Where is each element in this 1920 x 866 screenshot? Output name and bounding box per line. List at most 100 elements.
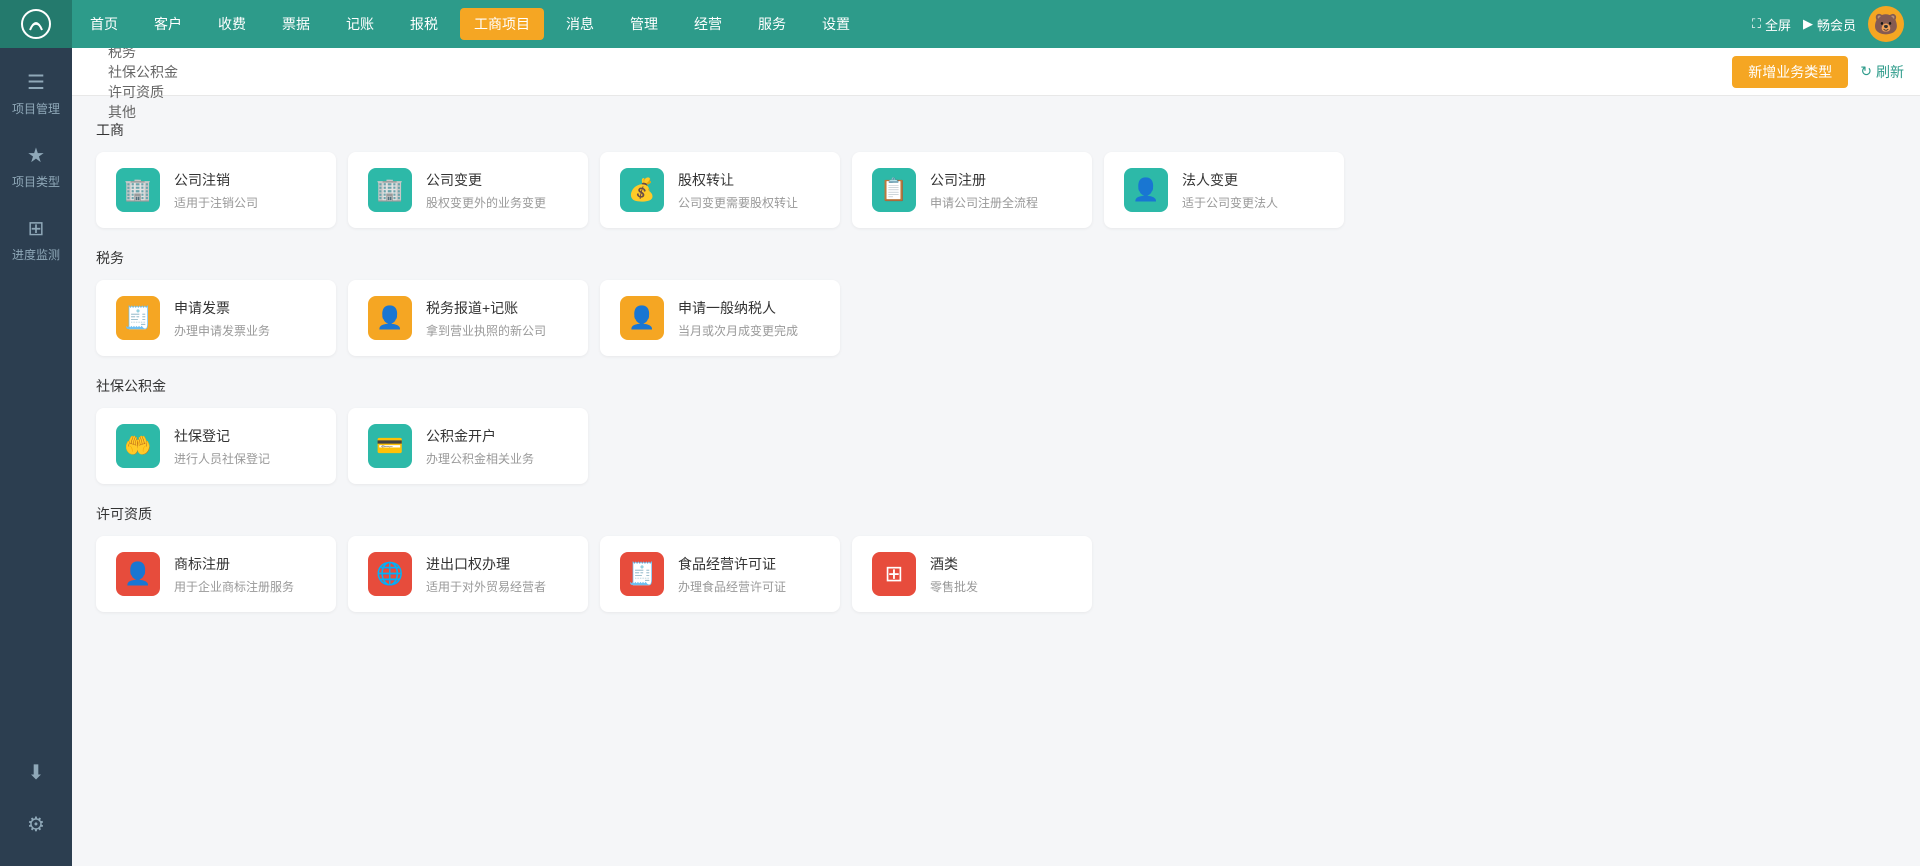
- card-股权转让[interactable]: 💰 股权转让 公司变更需要股权转让: [600, 152, 840, 228]
- nav-item-服务[interactable]: 服务: [740, 0, 804, 48]
- card-税务报道+记账[interactable]: 👤 税务报道+记账 拿到营业执照的新公司: [348, 280, 588, 356]
- card-icon: 🤲: [116, 424, 160, 468]
- nav-items: 首页客户收费票据记账报税工商项目消息管理经营服务设置: [72, 0, 1752, 48]
- card-info: 进出口权办理 适用于对外贸易经营者: [426, 554, 568, 595]
- top-navigation: 首页客户收费票据记账报税工商项目消息管理经营服务设置 ⛶ 全屏 ▶ 畅会员 🐻: [0, 0, 1920, 48]
- card-title: 公司注册: [930, 170, 1072, 190]
- tab-其他[interactable]: 其他: [88, 102, 198, 122]
- card-title: 酒类: [930, 554, 1072, 574]
- card-icon: ⊞: [872, 552, 916, 596]
- card-公积金开户[interactable]: 💳 公积金开户 办理公积金相关业务: [348, 408, 588, 484]
- nav-item-工商项目[interactable]: 工商项目: [460, 8, 544, 40]
- card-icon: 💳: [368, 424, 412, 468]
- card-社保登记[interactable]: 🤲 社保登记 进行人员社保登记: [96, 408, 336, 484]
- section-title: 社保公积金: [96, 376, 1896, 396]
- nav-item-记账[interactable]: 记账: [328, 0, 392, 48]
- section-许可资质: 许可资质 👤 商标注册 用于企业商标注册服务 🌐 进出口权办理 适用于对外贸易经…: [96, 504, 1896, 612]
- card-title: 公司注销: [174, 170, 316, 190]
- refresh-label: 刷新: [1876, 62, 1904, 82]
- card-icon: 🧾: [620, 552, 664, 596]
- sidebar-item-download[interactable]: ⬇: [0, 746, 72, 798]
- nav-item-票据[interactable]: 票据: [264, 0, 328, 48]
- card-desc: 适用于注销公司: [174, 194, 316, 211]
- card-进出口权办理[interactable]: 🌐 进出口权办理 适用于对外贸易经营者: [348, 536, 588, 612]
- card-info: 公司变更 股权变更外的业务变更: [426, 170, 568, 211]
- nav-item-经营[interactable]: 经营: [676, 0, 740, 48]
- card-icon: 🏢: [368, 168, 412, 212]
- member-button[interactable]: ▶ 畅会员: [1803, 15, 1856, 34]
- card-申请发票[interactable]: 🧾 申请发票 办理申请发票业务: [96, 280, 336, 356]
- card-title: 公司变更: [426, 170, 568, 190]
- nav-item-设置[interactable]: 设置: [804, 0, 868, 48]
- member-label: 畅会员: [1817, 15, 1856, 34]
- avatar[interactable]: 🐻: [1868, 6, 1904, 42]
- tab-社保公积金[interactable]: 社保公积金: [88, 62, 198, 82]
- sidebar-icon: ⊞: [22, 214, 50, 242]
- top-nav-right: ⛶ 全屏 ▶ 畅会员 🐻: [1752, 6, 1920, 42]
- card-title: 社保登记: [174, 426, 316, 446]
- card-desc: 适用于对外贸易经营者: [426, 578, 568, 595]
- card-title: 股权转让: [678, 170, 820, 190]
- sidebar-item-项目类型[interactable]: ★ 项目类型: [8, 129, 64, 202]
- card-icon: 🧾: [116, 296, 160, 340]
- nav-item-报税[interactable]: 报税: [392, 0, 456, 48]
- section-title: 工商: [96, 120, 1896, 140]
- nav-item-收费[interactable]: 收费: [200, 0, 264, 48]
- download-icon: ⬇: [22, 758, 50, 786]
- tab-税务[interactable]: 税务: [88, 48, 198, 62]
- sidebar-items: ☰ 项目管理 ★ 项目类型 ⊞ 进度监测: [8, 56, 64, 275]
- card-申请一般纳税人[interactable]: 👤 申请一般纳税人 当月或次月成变更完成: [600, 280, 840, 356]
- card-title: 税务报道+记账: [426, 298, 568, 318]
- content-area: 工商税务社保公积金许可资质其他 新增业务类型 ↻ 刷新 工商 🏢 公司注销 适用…: [72, 48, 1920, 866]
- card-desc: 当月或次月成变更完成: [678, 322, 820, 339]
- card-食品经营许可证[interactable]: 🧾 食品经营许可证 办理食品经营许可证: [600, 536, 840, 612]
- sidebar-item-settings[interactable]: ⚙: [0, 798, 72, 850]
- cards-grid: 👤 商标注册 用于企业商标注册服务 🌐 进出口权办理 适用于对外贸易经营者 🧾 …: [96, 536, 1896, 612]
- add-business-type-button[interactable]: 新增业务类型: [1732, 56, 1848, 88]
- card-icon: 🏢: [116, 168, 160, 212]
- tab-许可资质[interactable]: 许可资质: [88, 82, 198, 102]
- card-icon: 📋: [872, 168, 916, 212]
- card-info: 商标注册 用于企业商标注册服务: [174, 554, 316, 595]
- cards-grid: 🧾 申请发票 办理申请发票业务 👤 税务报道+记账 拿到营业执照的新公司 👤 申…: [96, 280, 1896, 356]
- nav-item-客户[interactable]: 客户: [136, 0, 200, 48]
- fullscreen-label: 全屏: [1765, 15, 1791, 34]
- card-info: 申请一般纳税人 当月或次月成变更完成: [678, 298, 820, 339]
- tab-bar: 工商税务社保公积金许可资质其他 新增业务类型 ↻ 刷新: [72, 48, 1920, 96]
- fullscreen-button[interactable]: ⛶ 全屏: [1752, 15, 1791, 34]
- card-icon: 💰: [620, 168, 664, 212]
- card-公司注销[interactable]: 🏢 公司注销 适用于注销公司: [96, 152, 336, 228]
- nav-item-管理[interactable]: 管理: [612, 0, 676, 48]
- nav-item-消息[interactable]: 消息: [548, 0, 612, 48]
- card-公司注册[interactable]: 📋 公司注册 申请公司注册全流程: [852, 152, 1092, 228]
- card-title: 申请一般纳税人: [678, 298, 820, 318]
- section-title: 许可资质: [96, 504, 1896, 524]
- sidebar-item-进度监测[interactable]: ⊞ 进度监测: [8, 202, 64, 275]
- sidebar-item-label: 项目管理: [12, 100, 60, 117]
- card-title: 公积金开户: [426, 426, 568, 446]
- card-title: 食品经营许可证: [678, 554, 820, 574]
- nav-item-首页[interactable]: 首页: [72, 0, 136, 48]
- card-商标注册[interactable]: 👤 商标注册 用于企业商标注册服务: [96, 536, 336, 612]
- section-工商: 工商 🏢 公司注销 适用于注销公司 🏢 公司变更 股权变更外的业务变更 💰 股权…: [96, 120, 1896, 228]
- card-info: 法人变更 适于公司变更法人: [1182, 170, 1324, 211]
- settings-icon: ⚙: [22, 810, 50, 838]
- card-info: 食品经营许可证 办理食品经营许可证: [678, 554, 820, 595]
- card-公司变更[interactable]: 🏢 公司变更 股权变更外的业务变更: [348, 152, 588, 228]
- card-icon: 👤: [1124, 168, 1168, 212]
- card-desc: 申请公司注册全流程: [930, 194, 1072, 211]
- section-税务: 税务 🧾 申请发票 办理申请发票业务 👤 税务报道+记账 拿到营业执照的新公司 …: [96, 248, 1896, 356]
- card-title: 商标注册: [174, 554, 316, 574]
- card-info: 税务报道+记账 拿到营业执照的新公司: [426, 298, 568, 339]
- card-desc: 公司变更需要股权转让: [678, 194, 820, 211]
- sidebar-bottom: ⬇ ⚙: [0, 746, 72, 866]
- card-酒类[interactable]: ⊞ 酒类 零售批发: [852, 536, 1092, 612]
- cards-grid: 🏢 公司注销 适用于注销公司 🏢 公司变更 股权变更外的业务变更 💰 股权转让 …: [96, 152, 1896, 228]
- sidebar-item-项目管理[interactable]: ☰ 项目管理: [8, 56, 64, 129]
- refresh-button[interactable]: ↻ 刷新: [1860, 62, 1904, 82]
- card-desc: 办理申请发票业务: [174, 322, 316, 339]
- card-法人变更[interactable]: 👤 法人变更 适于公司变更法人: [1104, 152, 1344, 228]
- card-info: 社保登记 进行人员社保登记: [174, 426, 316, 467]
- card-title: 法人变更: [1182, 170, 1324, 190]
- scroll-content[interactable]: 工商 🏢 公司注销 适用于注销公司 🏢 公司变更 股权变更外的业务变更 💰 股权…: [72, 96, 1920, 866]
